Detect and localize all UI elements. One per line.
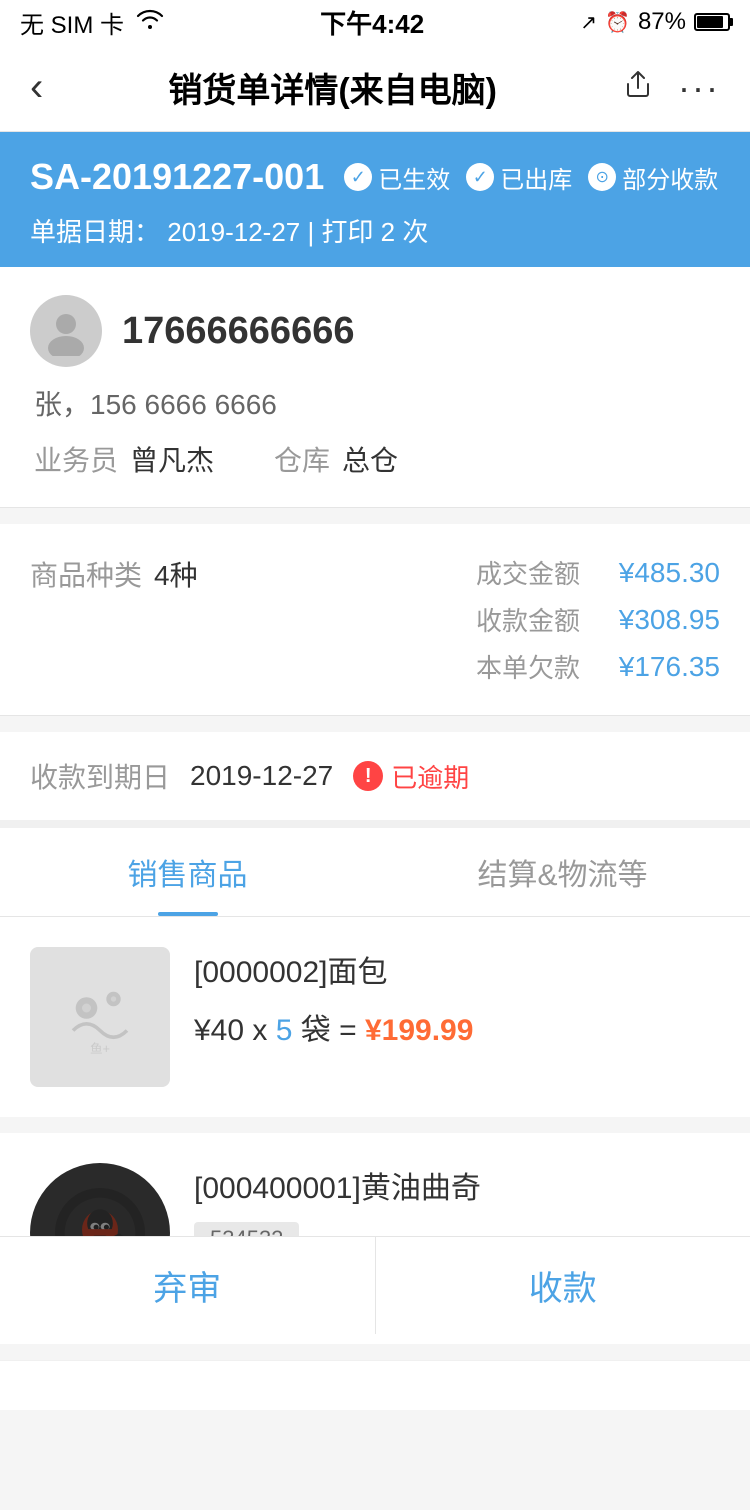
customer-meta: 业务员 曾凡杰 仓库 总仓	[30, 439, 720, 479]
status-bar-left: 无 SIM 卡	[20, 5, 164, 40]
battery-text: 87%	[638, 8, 686, 36]
alarm-icon: ⏰	[605, 10, 630, 35]
overdue-text: 已逾期	[391, 758, 469, 795]
product-details-1: [0000002]面包 ¥40 x 5 袋 = ¥199.99	[194, 947, 720, 1049]
product-name-1: [0000002]面包	[194, 947, 720, 991]
nav-bar-right: ···	[622, 67, 720, 109]
badge-partial-payment: ⊙ 部分收款	[588, 160, 718, 195]
tab-settlement-label: 结算&物流等	[477, 850, 647, 894]
status-bar: 无 SIM 卡 下午4:42 ↗ ⏰ 87%	[0, 0, 750, 44]
confirm-button[interactable]: 收款	[376, 1237, 750, 1334]
cancel-button[interactable]: 弃审	[0, 1237, 376, 1334]
customer-section: 17666666666 张，156 6666 6666 业务员 曾凡杰 仓库 总…	[0, 267, 750, 508]
product-price-1: ¥40	[194, 1014, 244, 1047]
product-types: 商品种类 4种	[30, 554, 198, 594]
collected-row: 收款金额 ¥308.95	[476, 601, 720, 638]
clock-icon: ⊙	[588, 163, 616, 191]
customer-contact: 张，156 6666 6666	[30, 383, 720, 423]
date-label: 单据日期：	[30, 217, 160, 247]
print-info: | 打印 2 次	[307, 217, 428, 247]
badge-effected: ✓ 已生效	[344, 160, 450, 195]
back-button[interactable]: ‹	[30, 65, 43, 110]
product-total-1: ¥199.99	[365, 1014, 473, 1047]
due-date-section: 收款到期日 2019-12-27 ! 已逾期	[0, 732, 750, 828]
warehouse: 仓库 总仓	[274, 439, 398, 479]
product-item-partial	[0, 1360, 750, 1410]
tab-products[interactable]: 销售商品	[0, 828, 375, 916]
page-title: 销货单详情(来自电脑)	[168, 63, 497, 112]
wifi-icon	[136, 8, 164, 36]
share-icon[interactable]	[622, 68, 654, 108]
bottom-bar: 弃审 收款	[0, 1236, 750, 1334]
location-icon: ↗	[580, 10, 597, 35]
order-date-info: 单据日期： 2019-12-27 | 打印 2 次	[30, 212, 720, 249]
product-qty-1: 5	[276, 1014, 293, 1047]
badge-dispatched: ✓ 已出库	[466, 160, 572, 195]
products-list: 鱼+ [0000002]面包 ¥40 x 5 袋 = ¥199.99	[0, 917, 750, 1410]
customer-row: 17666666666	[30, 295, 720, 367]
order-id: SA-20191227-001	[30, 156, 324, 198]
customer-phone: 17666666666	[122, 310, 354, 353]
check-icon-1: ✓	[344, 163, 372, 191]
tab-underline	[158, 912, 218, 916]
svg-text:鱼+: 鱼+	[90, 1042, 110, 1056]
carrier-text: 无 SIM 卡	[20, 5, 124, 40]
check-icon-2: ✓	[466, 163, 494, 191]
status-bar-time: 下午4:42	[320, 4, 424, 41]
sales-person: 业务员 曾凡杰	[34, 439, 214, 479]
tab-products-label: 销售商品	[128, 850, 248, 894]
nav-bar: ‹ 销货单详情(来自电脑) ···	[0, 44, 750, 132]
amounts: 成交金额 ¥485.30 收款金额 ¥308.95 本单欠款 ¥176.35	[476, 554, 720, 685]
overdue-icon: !	[353, 761, 383, 791]
order-header-banner: SA-20191227-001 ✓ 已生效 ✓ 已出库 ⊙ 部分收款 单据日期：…	[0, 132, 750, 267]
battery-icon	[694, 13, 730, 31]
product-item: 鱼+ [0000002]面包 ¥40 x 5 袋 = ¥199.99	[0, 917, 750, 1117]
product-name-2: [000400001]黄油曲奇	[194, 1163, 720, 1207]
tabs: 销售商品 结算&物流等	[0, 828, 750, 917]
avatar	[30, 295, 102, 367]
tab-settlement[interactable]: 结算&物流等	[375, 828, 750, 916]
order-date: 2019-12-27	[167, 217, 300, 247]
overdue-badge: ! 已逾期	[353, 758, 469, 795]
product-image-1: 鱼+	[30, 947, 170, 1087]
product-price-row-1: ¥40 x 5 袋 = ¥199.99	[194, 1005, 720, 1049]
summary-section: 商品种类 4种 成交金额 ¥485.30 收款金额 ¥308.95 本单欠款 ¥…	[0, 524, 750, 716]
status-bar-right: ↗ ⏰ 87%	[580, 8, 730, 36]
owed-row: 本单欠款 ¥176.35	[476, 648, 720, 685]
nav-bar-left: ‹	[30, 65, 43, 110]
more-button[interactable]: ···	[678, 67, 720, 109]
deal-amount-row: 成交金额 ¥485.30	[476, 554, 720, 591]
product-unit-1: 袋	[301, 1014, 331, 1047]
status-badges: ✓ 已生效 ✓ 已出库 ⊙ 部分收款	[344, 160, 718, 195]
